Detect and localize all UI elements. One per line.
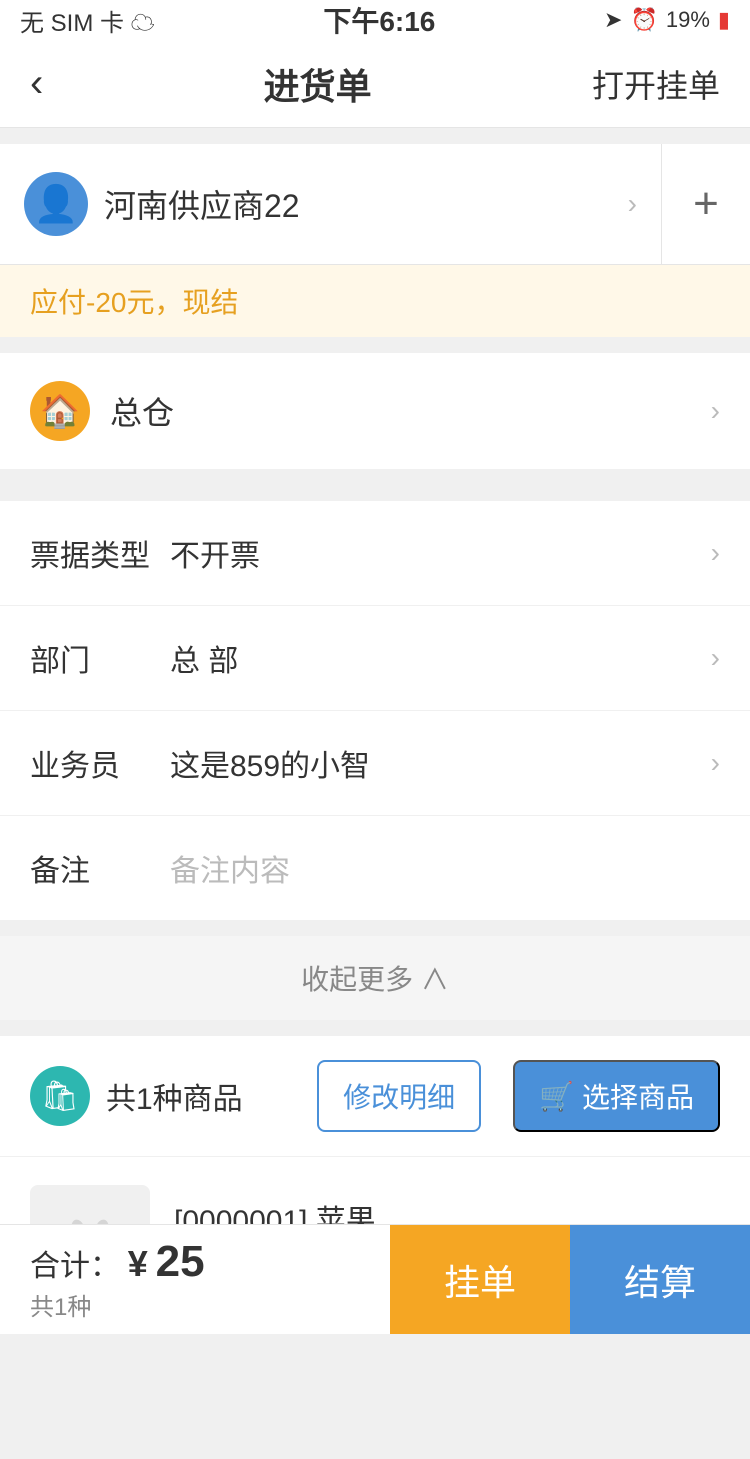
total-section: 合计： ¥ 25 共1种 — [0, 1225, 390, 1334]
bottom-bar: 合计： ¥ 25 共1种 挂单 结算 — [0, 1224, 750, 1334]
avatar-icon: 👤 — [34, 183, 79, 225]
invoice-type-row[interactable]: 票据类型 不开票 › — [0, 501, 750, 606]
no-sim-text: 无 SIM 卡 ☁ — [20, 3, 155, 38]
department-value: 总 部 — [150, 636, 711, 680]
collapse-label: 收起更多 ∧ — [301, 964, 449, 995]
salesperson-row[interactable]: 业务员 这是859的小智 › — [0, 711, 750, 816]
warehouse-section[interactable]: 🏠 总仓 › — [0, 353, 750, 469]
cart-icon: 🛒 — [539, 1080, 574, 1113]
remark-row[interactable]: 备注 备注内容 — [0, 816, 750, 920]
home-icon: 🏠 — [40, 392, 80, 430]
chevron-right-icon: › — [628, 188, 637, 220]
notice-bar: 应付-20元，现结 — [0, 265, 750, 337]
warehouse-icon: 🏠 — [30, 381, 90, 441]
product-header: 🛍 共1种商品 修改明细 🛒 选择商品 — [0, 1036, 750, 1156]
salesperson-chevron-icon: › — [711, 747, 720, 779]
add-supplier-button[interactable]: + — [662, 144, 750, 264]
checkout-button[interactable]: 结算 — [570, 1225, 750, 1334]
status-time: 下午6:16 — [323, 0, 435, 40]
battery-icon: ▮ — [718, 7, 730, 33]
battery-text: 19% — [666, 7, 710, 33]
page-title: 进货单 — [264, 58, 372, 110]
select-product-label: 选择商品 — [582, 1076, 694, 1116]
notice-text: 应付-20元，现结 — [30, 287, 238, 318]
department-row[interactable]: 部门 总 部 › — [0, 606, 750, 711]
supplier-section: 👤 河南供应商22 › + — [0, 144, 750, 265]
salesperson-label: 业务员 — [30, 741, 150, 785]
supplier-avatar: 👤 — [24, 172, 88, 236]
department-label: 部门 — [30, 636, 150, 680]
form-section: 票据类型 不开票 › 部门 总 部 › 业务员 这是859的小智 › 备注 备注… — [0, 501, 750, 920]
department-chevron-icon: › — [711, 642, 720, 674]
collapse-bar[interactable]: 收起更多 ∧ — [0, 936, 750, 1020]
select-product-button[interactable]: 🛒 选择商品 — [513, 1060, 720, 1132]
hang-button[interactable]: 挂单 — [390, 1225, 570, 1334]
edit-detail-button[interactable]: 修改明细 — [317, 1060, 481, 1132]
warehouse-chevron-icon: › — [711, 395, 720, 427]
supplier-selector[interactable]: 👤 河南供应商22 › — [0, 144, 662, 264]
supplier-name: 河南供应商22 — [104, 181, 612, 227]
bag-icon: 🛍 — [41, 1079, 79, 1114]
invoice-type-label: 票据类型 — [30, 531, 150, 575]
total-row: 合计： ¥ 25 — [30, 1237, 360, 1287]
status-left: 无 SIM 卡 ☁ — [20, 3, 155, 38]
total-amount: 25 — [156, 1237, 205, 1286]
product-count-text: 共1种商品 — [106, 1074, 301, 1118]
remark-input[interactable]: 备注内容 — [150, 846, 720, 890]
status-bar: 无 SIM 卡 ☁ 下午6:16 ➤ ⏰ 19% ▮ — [0, 0, 750, 40]
invoice-chevron-icon: › — [711, 537, 720, 569]
back-button[interactable]: ‹ — [30, 61, 43, 106]
remark-label: 备注 — [30, 846, 150, 890]
status-right: ➤ ⏰ 19% ▮ — [604, 7, 730, 33]
warehouse-name: 总仓 — [110, 388, 691, 434]
total-label: 合计： — [30, 1250, 120, 1283]
product-count-icon: 🛍 — [30, 1066, 90, 1126]
alarm-icon: ⏰ — [630, 7, 657, 33]
salesperson-value: 这是859的小智 — [150, 741, 711, 785]
invoice-type-value: 不开票 — [150, 531, 711, 575]
location-icon: ➤ — [604, 7, 622, 33]
nav-bar: ‹ 进货单 打开挂单 — [0, 40, 750, 128]
total-sub: 共1种 — [30, 1287, 360, 1322]
open-hang-button[interactable]: 打开挂单 — [592, 61, 720, 107]
total-prefix: ¥ — [128, 1243, 148, 1284]
